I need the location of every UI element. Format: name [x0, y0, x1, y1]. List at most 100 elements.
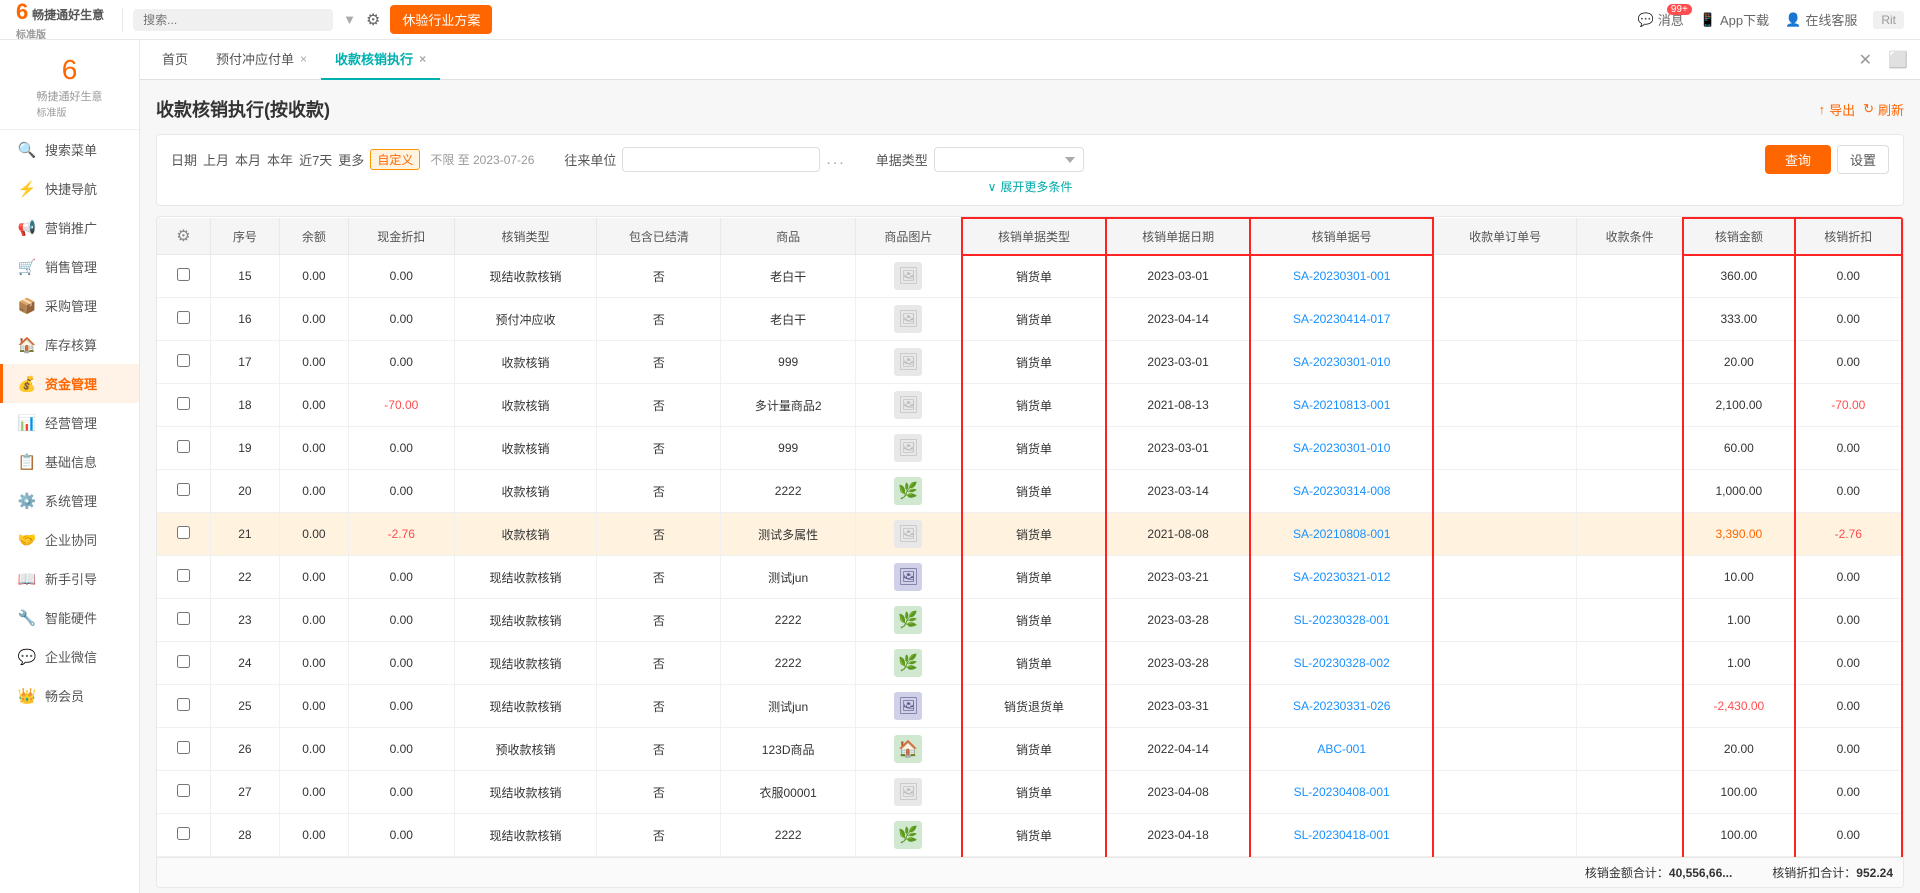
date-more[interactable]: 更多 [338, 150, 364, 169]
row-checkbox[interactable] [177, 354, 190, 367]
tab-close-icon[interactable]: ✕ [1855, 46, 1876, 74]
sidebar-item-wechat[interactable]: 💬企业微信 [0, 637, 139, 676]
row-checkbox[interactable] [177, 655, 190, 668]
row-checkbox[interactable] [177, 569, 190, 582]
cell-checkbox[interactable] [157, 427, 210, 470]
cell-goods: 多计量商品2 [721, 384, 855, 427]
sidebar-item-sales[interactable]: 🛒销售管理 [0, 247, 139, 286]
cell-verify-bill-type: 销货单 [962, 728, 1106, 771]
cell-checkbox[interactable] [157, 642, 210, 685]
cell-verify-bill-no: ABC-001 [1250, 728, 1433, 771]
date-last-month[interactable]: 上月 [203, 150, 229, 169]
sidebar-item-search-menu[interactable]: 🔍搜索菜单 [0, 130, 139, 169]
cell-checkbox[interactable] [157, 255, 210, 298]
cell-checkbox[interactable] [157, 814, 210, 857]
date-this-month[interactable]: 本月 [235, 150, 261, 169]
bill-no-link[interactable]: SA-20230321-012 [1293, 570, 1390, 584]
cell-receipt-order-no [1433, 814, 1576, 857]
row-checkbox[interactable] [177, 741, 190, 754]
settings-gear-icon[interactable]: ⚙ [366, 10, 380, 30]
cell-checkbox[interactable] [157, 470, 210, 513]
solution-button[interactable]: 休验行业方案 [390, 5, 492, 34]
row-checkbox[interactable] [177, 698, 190, 711]
sidebar-item-enterprise[interactable]: 🤝企业协同 [0, 520, 139, 559]
bill-no-link[interactable]: SA-20210808-001 [1293, 527, 1390, 541]
message-badge[interactable]: 💬 消息 99+ [1638, 10, 1684, 29]
cell-checkbox[interactable] [157, 341, 210, 384]
bill-no-link[interactable]: SL-20230408-001 [1294, 785, 1390, 799]
row-checkbox[interactable] [177, 268, 190, 281]
sidebar-item-quick-nav[interactable]: ⚡快捷导航 [0, 169, 139, 208]
bill-no-link[interactable]: SA-20230314-008 [1293, 484, 1390, 498]
online-service[interactable]: 👤 在线客服 [1785, 10, 1857, 29]
app-download[interactable]: 📱 App下载 [1700, 10, 1769, 29]
cell-verify-discount: 0.00 [1795, 728, 1902, 771]
row-checkbox[interactable] [177, 483, 190, 496]
row-checkbox[interactable] [177, 612, 190, 625]
tab-collection-close[interactable]: × [419, 52, 426, 66]
sidebar-item-vip[interactable]: 👑畅会员 [0, 676, 139, 715]
date-7days[interactable]: 近7天 [299, 150, 332, 169]
cell-checkbox[interactable] [157, 384, 210, 427]
filter-expand-btn[interactable]: ∨ 展开更多条件 [171, 174, 1889, 195]
cell-checkbox[interactable] [157, 298, 210, 341]
row-checkbox[interactable] [177, 311, 190, 324]
cell-checkbox[interactable] [157, 771, 210, 814]
tab-maximize-icon[interactable]: ⬜ [1884, 46, 1912, 74]
bill-no-link[interactable]: SL-20230328-002 [1294, 656, 1390, 670]
search-button[interactable]: 查询 [1765, 145, 1831, 174]
row-checkbox[interactable] [177, 827, 190, 840]
bill-no-link[interactable]: SA-20230414-017 [1293, 312, 1390, 326]
bill-no-link[interactable]: SA-20230301-010 [1293, 441, 1390, 455]
bill-no-link[interactable]: ABC-001 [1317, 742, 1366, 756]
sidebar-item-guide[interactable]: 📖新手引导 [0, 559, 139, 598]
gear-icon[interactable]: ⚙ [176, 228, 190, 245]
goods-image: 🖼 [894, 563, 922, 591]
row-checkbox[interactable] [177, 784, 190, 797]
row-checkbox[interactable] [177, 440, 190, 453]
cell-checkbox[interactable] [157, 556, 210, 599]
bill-no-link[interactable]: SA-20230301-010 [1293, 355, 1390, 369]
bill-no-link[interactable]: SA-20230331-026 [1293, 699, 1390, 713]
refresh-button[interactable]: ↻ 刷新 [1863, 100, 1904, 119]
tab-home[interactable]: 首页 [148, 40, 202, 80]
sidebar-item-inventory[interactable]: 🏠库存核算 [0, 325, 139, 364]
sidebar-item-operations[interactable]: 📊经营管理 [0, 403, 139, 442]
bill-no-link[interactable]: SL-20230328-001 [1294, 613, 1390, 627]
cell-goods: 2222 [721, 470, 855, 513]
dropdown-toggle[interactable]: ▼ [343, 12, 356, 27]
bill-no-link[interactable]: SL-20230418-001 [1294, 828, 1390, 842]
cell-cash-discount: 0.00 [348, 728, 454, 771]
date-custom-btn[interactable]: 自定义 [370, 149, 420, 170]
cell-verify-type: 现结收款核销 [454, 814, 597, 857]
cell-checkbox[interactable] [157, 728, 210, 771]
cell-seq: 27 [210, 771, 279, 814]
tab-prepay-close[interactable]: × [300, 52, 307, 66]
from-unit-more[interactable]: ... [826, 151, 845, 169]
cell-checkbox[interactable] [157, 599, 210, 642]
sidebar-item-basic[interactable]: 📋基础信息 [0, 442, 139, 481]
row-checkbox[interactable] [177, 397, 190, 410]
top-search-input[interactable] [133, 9, 333, 31]
tab-prepay[interactable]: 预付冲应付单 × [202, 40, 321, 80]
date-this-year[interactable]: 本年 [267, 150, 293, 169]
bill-no-link[interactable]: SA-20230301-001 [1293, 269, 1390, 283]
tab-collection[interactable]: 收款核销执行 × [321, 40, 440, 80]
cell-checkbox[interactable] [157, 685, 210, 728]
col-goods: 商品 [721, 218, 855, 255]
sidebar-item-finance[interactable]: 💰资金管理 [0, 364, 139, 403]
sidebar-item-marketing[interactable]: 📢营销推广 [0, 208, 139, 247]
voucher-type-select[interactable] [934, 147, 1084, 172]
sidebar-item-system[interactable]: ⚙️系统管理 [0, 481, 139, 520]
sidebar-item-purchase[interactable]: 📦采购管理 [0, 286, 139, 325]
row-checkbox[interactable] [177, 526, 190, 539]
cell-checkbox[interactable] [157, 513, 210, 556]
bill-no-link[interactable]: SA-20210813-001 [1293, 398, 1390, 412]
sidebar-item-hardware[interactable]: 🔧智能硬件 [0, 598, 139, 637]
col-gear[interactable]: ⚙ [157, 218, 210, 255]
cell-verify-type: 收款核销 [454, 341, 597, 384]
export-button[interactable]: ↑ 导出 [1819, 100, 1856, 119]
cell-goods: 999 [721, 341, 855, 384]
from-unit-input[interactable] [622, 147, 820, 172]
filter-settings-button[interactable]: 设置 [1837, 145, 1889, 174]
